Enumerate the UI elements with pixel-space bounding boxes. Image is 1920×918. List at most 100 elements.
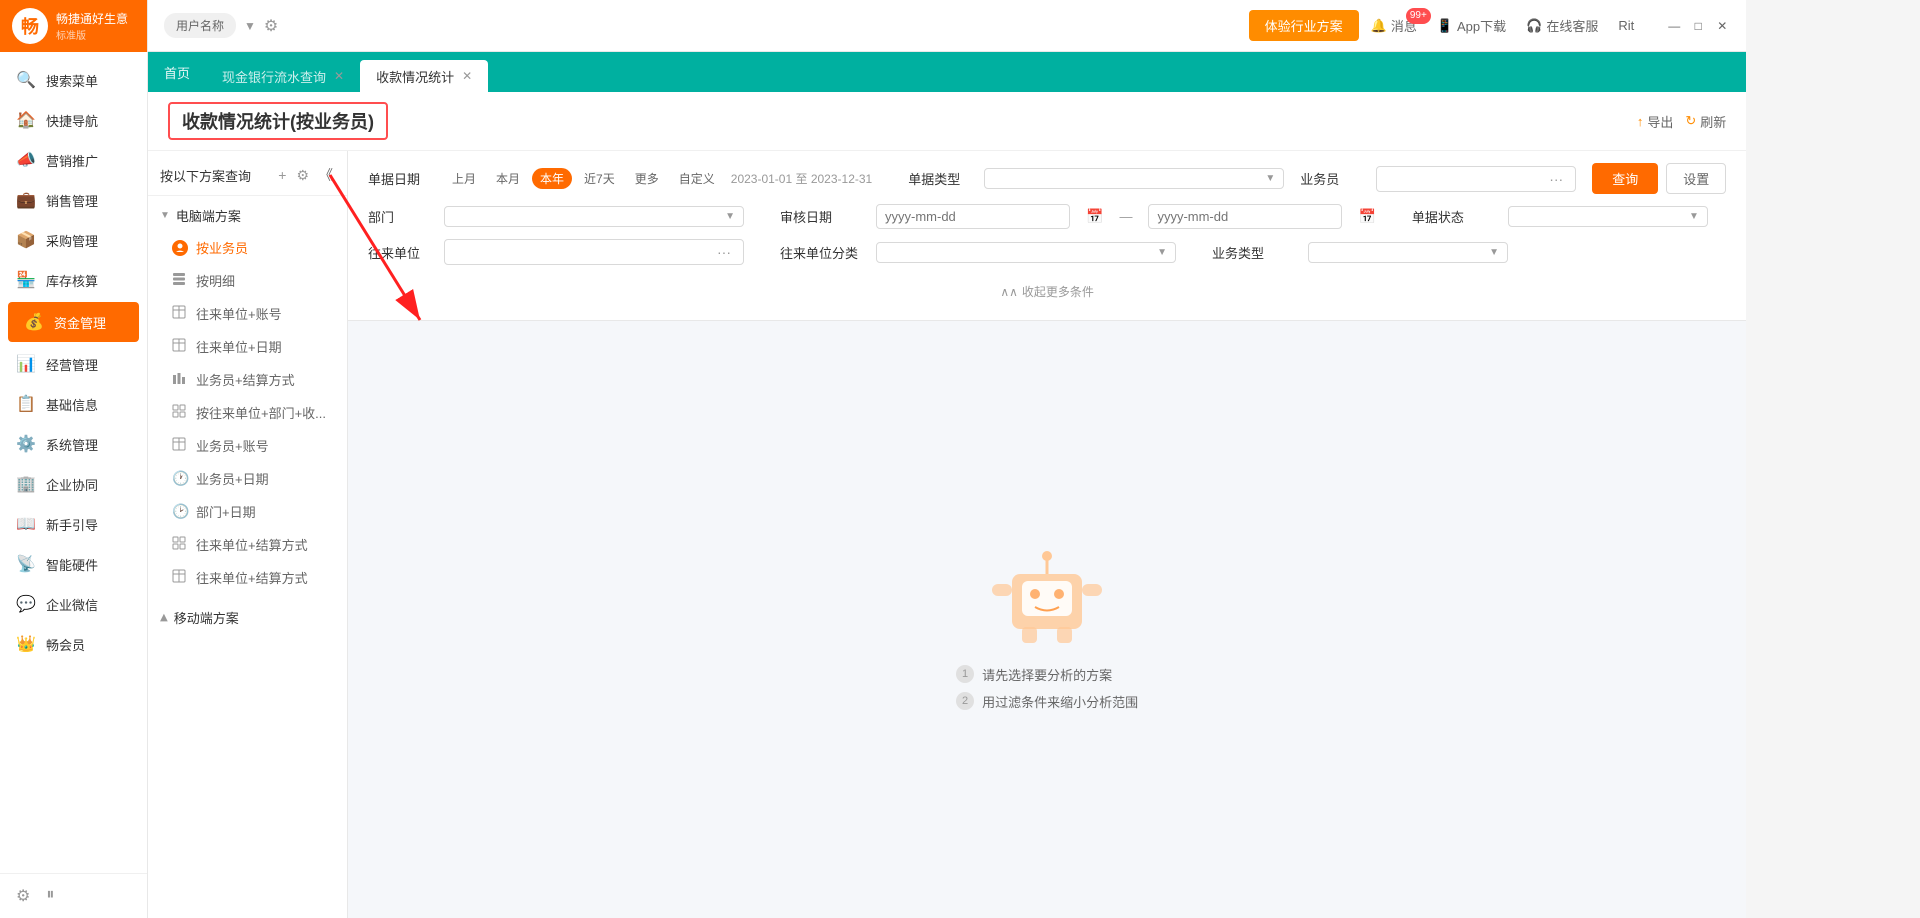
- maximize-icon[interactable]: □: [1690, 18, 1706, 34]
- sidebar-item-basic-info[interactable]: 📋 基础信息: [0, 384, 147, 424]
- scheme-item-staff-date[interactable]: 🕐 业务员+日期: [148, 462, 347, 495]
- megaphone-icon: 📣: [16, 150, 36, 170]
- scheme-item-partner-settle2[interactable]: 往来单位+结算方式: [148, 561, 347, 594]
- scheme-item-staff-settle[interactable]: 业务员+结算方式: [148, 363, 347, 396]
- antenna-icon: 📡: [16, 554, 36, 574]
- staff-dots-icon[interactable]: ···: [1549, 171, 1563, 187]
- scheme-group-mobile-header[interactable]: ▶ 移动端方案: [148, 602, 347, 633]
- collapse-bar[interactable]: ∧∧ 收起更多条件: [368, 275, 1726, 308]
- table2-icon: [172, 338, 188, 355]
- grid2-icon: [172, 536, 188, 553]
- partner-dots-icon[interactable]: ···: [717, 244, 731, 260]
- tab-close-collection[interactable]: ✕: [462, 69, 472, 83]
- chat-icon: 💬: [16, 594, 36, 614]
- content-panel: 单据日期 上月 本月 本年 近7天 更多 自定义 2023-01-01 至 20…: [348, 151, 1746, 918]
- crown-icon: 👑: [16, 634, 36, 654]
- pause-icon[interactable]: ⏸: [46, 886, 54, 906]
- minimize-icon[interactable]: —: [1666, 18, 1682, 34]
- clock-icon: 🕐: [172, 470, 188, 487]
- sidebar-item-quick-nav[interactable]: 🏠 快捷导航: [0, 100, 147, 140]
- scheme-item-staff-account[interactable]: 业务员+账号: [148, 429, 347, 462]
- bill-type-select[interactable]: ▼: [984, 168, 1284, 189]
- detail-icon: [172, 272, 188, 289]
- chevron-down-icon[interactable]: ▼: [244, 19, 256, 33]
- close-icon[interactable]: ✕: [1714, 18, 1730, 34]
- message-action[interactable]: 🔔 消息 99+: [1371, 16, 1417, 35]
- sidebar-item-marketing[interactable]: 📣 营销推广: [0, 140, 147, 180]
- page-actions: ↑ 导出 ↻ 刷新: [1637, 112, 1726, 131]
- app-download-action[interactable]: 📱 App下载: [1437, 16, 1506, 35]
- box-icon: 📦: [16, 230, 36, 250]
- date-separator: —: [1119, 209, 1132, 224]
- bill-status-select[interactable]: ▼: [1508, 206, 1708, 227]
- sidebar-item-finance[interactable]: 💰 资金管理: [8, 302, 139, 342]
- staff-select[interactable]: ···: [1376, 166, 1576, 192]
- online-service-action[interactable]: 🎧 在线客服: [1526, 16, 1598, 35]
- dept-label: 部门: [368, 207, 428, 226]
- filter-row-3: 往来单位 ··· 往来单位分类 ▼ 业务类型: [368, 239, 1726, 265]
- tab-home[interactable]: 首页: [148, 52, 206, 92]
- empty-tip-2: 2 用过滤条件来缩小分析范围: [956, 692, 1138, 711]
- sidebar-item-system[interactable]: ⚙️ 系统管理: [0, 424, 147, 464]
- building-icon: 🏢: [16, 474, 36, 494]
- audit-date-end-input[interactable]: [1148, 204, 1342, 229]
- window-controls: — □ ✕: [1666, 18, 1730, 34]
- date-tab-last-month[interactable]: 上月: [444, 168, 484, 189]
- page-content: 收款情况统计(按业务员) ↑ 导出 ↻ 刷新 按以下: [148, 92, 1746, 918]
- partner-category-select[interactable]: ▼: [876, 242, 1176, 263]
- scheme-item-dept-date[interactable]: 🕑 部门+日期: [148, 495, 347, 528]
- message-badge: 99+: [1406, 8, 1431, 24]
- tab-close-bank[interactable]: ✕: [334, 69, 344, 83]
- scheme-item-partner-account[interactable]: 往来单位+账号: [148, 297, 347, 330]
- sidebar-item-inventory[interactable]: 🏪 库存核算: [0, 260, 147, 300]
- sidebar-item-guide[interactable]: 📖 新手引导: [0, 504, 147, 544]
- sidebar-item-operations[interactable]: 📊 经营管理: [0, 344, 147, 384]
- add-scheme-icon[interactable]: +: [276, 165, 288, 185]
- bell-icon: 🔔: [1371, 18, 1387, 34]
- refresh-button[interactable]: ↻ 刷新: [1685, 112, 1726, 131]
- dept-select[interactable]: ▼: [444, 206, 744, 227]
- date-tab-this-year[interactable]: 本年: [532, 168, 572, 189]
- empty-state: 1 请先选择要分析的方案 2 用过滤条件来缩小分析范围: [348, 321, 1746, 918]
- date-tab-this-month[interactable]: 本月: [488, 168, 528, 189]
- scheme-group-desktop-header[interactable]: ▼ 电脑端方案: [148, 200, 347, 231]
- mobile-icon: 📱: [1437, 18, 1453, 34]
- gear-bottom-icon[interactable]: ⚙: [16, 886, 30, 906]
- sidebar-item-wechat[interactable]: 💬 企业微信: [0, 584, 147, 624]
- export-button[interactable]: ↑ 导出: [1637, 112, 1674, 131]
- query-button[interactable]: 查询: [1592, 163, 1658, 194]
- sidebar-item-purchase[interactable]: 📦 采购管理: [0, 220, 147, 260]
- date-tab-7days[interactable]: 近7天: [576, 168, 623, 189]
- bill-type-label: 单据类型: [908, 169, 968, 188]
- date-tab-custom[interactable]: 自定义: [671, 168, 723, 189]
- tip-num-2: 2: [956, 692, 974, 710]
- settings-scheme-icon[interactable]: ⚙: [294, 165, 311, 186]
- settings-icon: ⚙️: [16, 434, 36, 454]
- date-tab-more[interactable]: 更多: [627, 168, 667, 189]
- scheme-item-by-detail[interactable]: 按明细: [148, 264, 347, 297]
- try-industry-button[interactable]: 体验行业方案: [1249, 10, 1359, 41]
- scheme-item-by-staff[interactable]: 按业务员: [148, 231, 347, 264]
- scheme-item-partner-settle1[interactable]: 往来单位+结算方式: [148, 528, 347, 561]
- sidebar-item-search-menu[interactable]: 🔍 搜索菜单: [0, 60, 147, 100]
- scheme-item-partner-dept[interactable]: 按往来单位+部门+收...: [148, 396, 347, 429]
- header-gear-icon[interactable]: ⚙: [264, 16, 278, 36]
- tab-bank-flow[interactable]: 现金银行流水查询 ✕: [206, 60, 360, 92]
- scheme-item-partner-date[interactable]: 往来单位+日期: [148, 330, 347, 363]
- audit-date-start-input[interactable]: [876, 204, 1070, 229]
- collapse-scheme-icon[interactable]: 《: [317, 163, 335, 187]
- settings-button[interactable]: 设置: [1666, 163, 1726, 194]
- query-buttons: 查询 设置: [1592, 163, 1726, 194]
- sidebar-item-sales[interactable]: 💼 销售管理: [0, 180, 147, 220]
- cross-table-icon: [172, 404, 188, 421]
- audit-date-start-calendar-icon[interactable]: 📅: [1086, 208, 1103, 225]
- sidebar-item-smart-hw[interactable]: 📡 智能硬件: [0, 544, 147, 584]
- audit-date-end-calendar-icon[interactable]: 📅: [1358, 208, 1375, 225]
- page-title: 收款情况统计(按业务员): [168, 102, 388, 140]
- sidebar-item-enterprise[interactable]: 🏢 企业协同: [0, 464, 147, 504]
- partner-select[interactable]: ···: [444, 239, 744, 265]
- biz-type-select[interactable]: ▼: [1308, 242, 1508, 263]
- date-range-text: 2023-01-01 至 2023-12-31: [731, 170, 872, 187]
- tab-collection-stats[interactable]: 收款情况统计 ✕: [360, 60, 488, 92]
- sidebar-item-member[interactable]: 👑 畅会员: [0, 624, 147, 664]
